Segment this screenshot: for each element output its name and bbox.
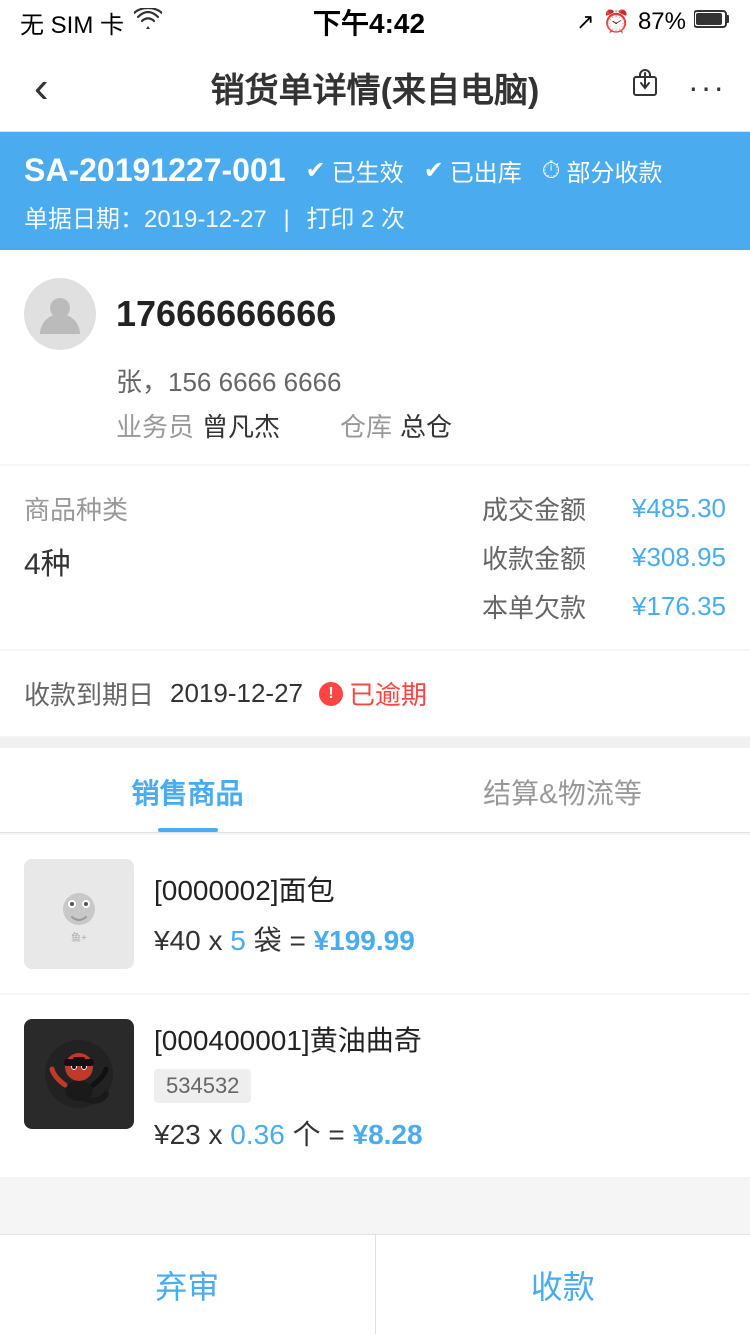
owed-label: 本单欠款 [482, 588, 586, 625]
amount-label: 成交金额 [482, 490, 586, 527]
owed-row: 本单欠款 ¥176.35 [482, 588, 726, 625]
share-icon[interactable] [630, 69, 660, 107]
product-info-1: [0000002]面包 ¥40 x 5 袋 = ¥199.99 [154, 859, 726, 969]
overdue-text: 已逾期 [349, 675, 427, 712]
owed-value: ¥176.35 [606, 591, 726, 622]
summary-left: 商品种类 4种 [24, 490, 128, 583]
header-banner: SA-20191227-001 ✔ 已生效 ✔ 已出库 ⏱ 部分收款 单据日期：… [0, 132, 750, 250]
bottom-bar: 弃审 收款 [0, 1234, 750, 1334]
amount-row: 成交金额 ¥485.30 [482, 490, 726, 527]
product-name-1: [0000002]面包 [154, 869, 726, 909]
customer-section: 17666666666 张，156 6666 6666 业务员 曾凡杰 仓库 总… [0, 250, 750, 464]
status-right: ↗ ⏰ 87% [576, 8, 730, 36]
warehouse-value: 总仓 [400, 407, 452, 444]
customer-meta: 业务员 曾凡杰 仓库 总仓 [116, 407, 726, 444]
nav-bar: ‹ 销货单详情(来自电脑) ··· [0, 44, 750, 132]
product-thumbnail-2 [24, 1019, 134, 1129]
avatar [24, 278, 96, 350]
status-left: 无 SIM 卡 [20, 5, 162, 40]
battery-icon [694, 8, 730, 36]
product-thumbnail-1: 鱼+ [24, 859, 134, 969]
tabs-section: 销售商品 结算&物流等 [0, 748, 750, 833]
sales-person-value: 曾凡杰 [202, 407, 280, 444]
tab-sales-products[interactable]: 销售商品 [0, 748, 375, 832]
check-icon-2: ✔ [424, 156, 444, 185]
location-icon: ↗ [576, 9, 594, 35]
summary-right: 成交金额 ¥485.30 收款金额 ¥308.95 本单欠款 ¥176.35 [482, 490, 726, 625]
collect-button[interactable]: 收款 [376, 1235, 750, 1334]
order-status-row: SA-20191227-001 ✔ 已生效 ✔ 已出库 ⏱ 部分收款 [24, 152, 726, 189]
product-tag-2: 534532 [154, 1069, 251, 1103]
amount-value: ¥485.30 [606, 493, 726, 524]
customer-phone: 17666666666 [116, 293, 336, 335]
due-label: 收款到期日 [24, 675, 154, 712]
status-shipped: ✔ 已出库 [424, 153, 522, 188]
sales-person: 业务员 曾凡杰 [116, 407, 280, 444]
check-icon-1: ✔ [306, 156, 326, 185]
product-type-value: 4种 [24, 539, 128, 583]
carrier-text: 无 SIM 卡 [20, 5, 124, 40]
product-price-row-1: ¥40 x 5 袋 = ¥199.99 [154, 919, 726, 959]
table-row: 鱼+ [0000002]面包 ¥40 x 5 袋 = ¥199.99 [0, 835, 750, 993]
more-icon[interactable]: ··· [688, 69, 726, 106]
customer-name-phone: 张，156 6666 6666 [116, 362, 726, 399]
order-id: SA-20191227-001 [24, 152, 286, 189]
due-section: 收款到期日 2019-12-27 ! 已逾期 [0, 651, 750, 736]
svg-text:鱼+: 鱼+ [71, 931, 87, 944]
clock-icon: ⏱ [542, 157, 561, 185]
overdue-badge: ! 已逾期 [319, 675, 427, 712]
header-date: 单据日期：2019-12-27 | 打印 2 次 [24, 199, 726, 234]
back-button[interactable]: ‹ [24, 53, 59, 123]
page-title: 销货单详情(来自电脑) [211, 63, 540, 112]
table-row: [000400001]黄油曲奇 534532 ¥23 x 0.36 个 = ¥8… [0, 995, 750, 1177]
product-name-2: [000400001]黄油曲奇 [154, 1019, 726, 1059]
alarm-icon: ⏰ [603, 9, 630, 35]
status-effective: ✔ 已生效 [306, 153, 404, 188]
customer-row: 17666666666 [24, 278, 726, 350]
summary-section: 商品种类 4种 成交金额 ¥485.30 收款金额 ¥308.95 本单欠款 ¥… [0, 466, 750, 649]
nav-actions: ··· [630, 69, 726, 107]
product-list: 鱼+ [0000002]面包 ¥40 x 5 袋 = ¥199.99 [0, 835, 750, 1177]
time-display: 下午4:42 [313, 2, 425, 42]
product-price-row-2: ¥23 x 0.36 个 = ¥8.28 [154, 1113, 726, 1153]
battery-text: 87% [638, 8, 686, 36]
product-info-2: [000400001]黄油曲奇 534532 ¥23 x 0.36 个 = ¥8… [154, 1019, 726, 1153]
received-label: 收款金额 [482, 539, 586, 576]
received-value: ¥308.95 [606, 542, 726, 573]
cancel-button[interactable]: 弃审 [0, 1235, 376, 1334]
product-type-label: 商品种类 [24, 490, 128, 527]
received-row: 收款金额 ¥308.95 [482, 539, 726, 576]
divider [0, 738, 750, 748]
due-date: 2019-12-27 [170, 678, 303, 709]
overdue-icon: ! [319, 682, 343, 706]
tab-settlement[interactable]: 结算&物流等 [375, 748, 750, 832]
status-bar: 无 SIM 卡 下午4:42 ↗ ⏰ 87% [0, 0, 750, 44]
warehouse: 仓库 总仓 [340, 407, 452, 444]
status-partial: ⏱ 部分收款 [542, 153, 663, 188]
wifi-icon [134, 8, 162, 36]
